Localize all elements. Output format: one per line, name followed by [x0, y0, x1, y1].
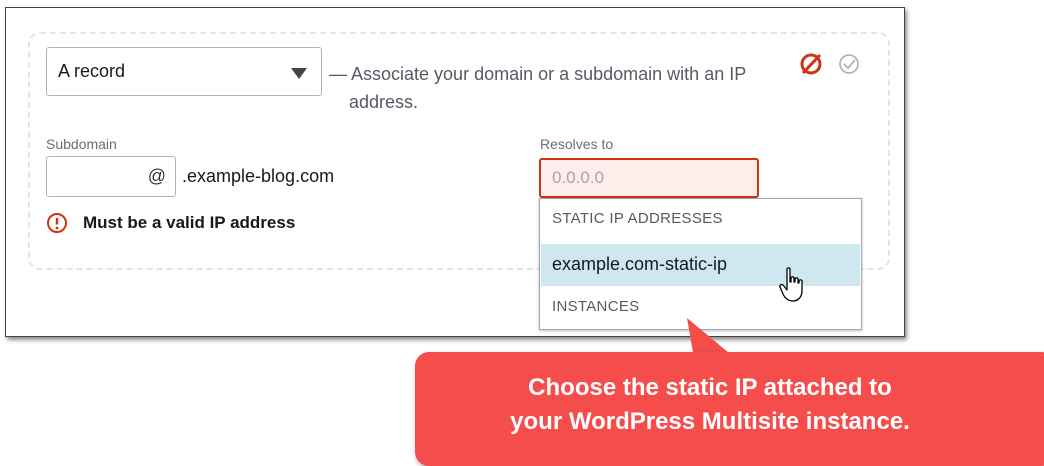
instruction-callout: Choose the static IP attached to your Wo… — [415, 352, 1044, 466]
resolves-to-dropdown: STATIC IP ADDRESSES example.com-static-i… — [539, 198, 862, 330]
error-message: Must be a valid IP address — [83, 213, 296, 232]
subdomain-input[interactable]: @ — [46, 156, 176, 197]
error-icon — [47, 213, 67, 233]
check-circle-icon[interactable] — [836, 51, 862, 77]
at-symbol: @ — [147, 166, 166, 186]
callout-line1: Choose the static IP attached to — [528, 374, 892, 401]
domain-suffix: .example-blog.com — [182, 166, 335, 186]
record-description-line2: address. — [349, 92, 419, 112]
record-description-line1: — Associate your domain or a subdomain w… — [329, 64, 747, 84]
dropdown-group-static-ips: STATIC IP ADDRESSES — [552, 210, 723, 227]
caret-down-icon — [291, 68, 307, 79]
hand-pointer-icon — [779, 267, 803, 302]
cancel-icon[interactable] — [798, 51, 824, 77]
record-type-select[interactable]: A record — [46, 47, 322, 96]
resolves-to-field[interactable] — [539, 158, 759, 198]
dropdown-item-static-ip[interactable]: example.com-static-ip — [541, 244, 860, 286]
dropdown-item-label: example.com-static-ip — [552, 254, 728, 274]
callout-line2: your WordPress Multisite instance. — [510, 408, 910, 435]
resolves-to-input[interactable] — [550, 167, 744, 189]
record-type-value: A record — [58, 61, 126, 81]
dns-record-panel: A record — Associate your domain or a su… — [5, 7, 905, 337]
dropdown-group-instances: INSTANCES — [552, 298, 640, 315]
resolves-to-label: Resolves to — [540, 136, 614, 152]
subdomain-label: Subdomain — [46, 136, 117, 152]
record-description: — Associate your domain or a subdomain w… — [329, 60, 779, 116]
